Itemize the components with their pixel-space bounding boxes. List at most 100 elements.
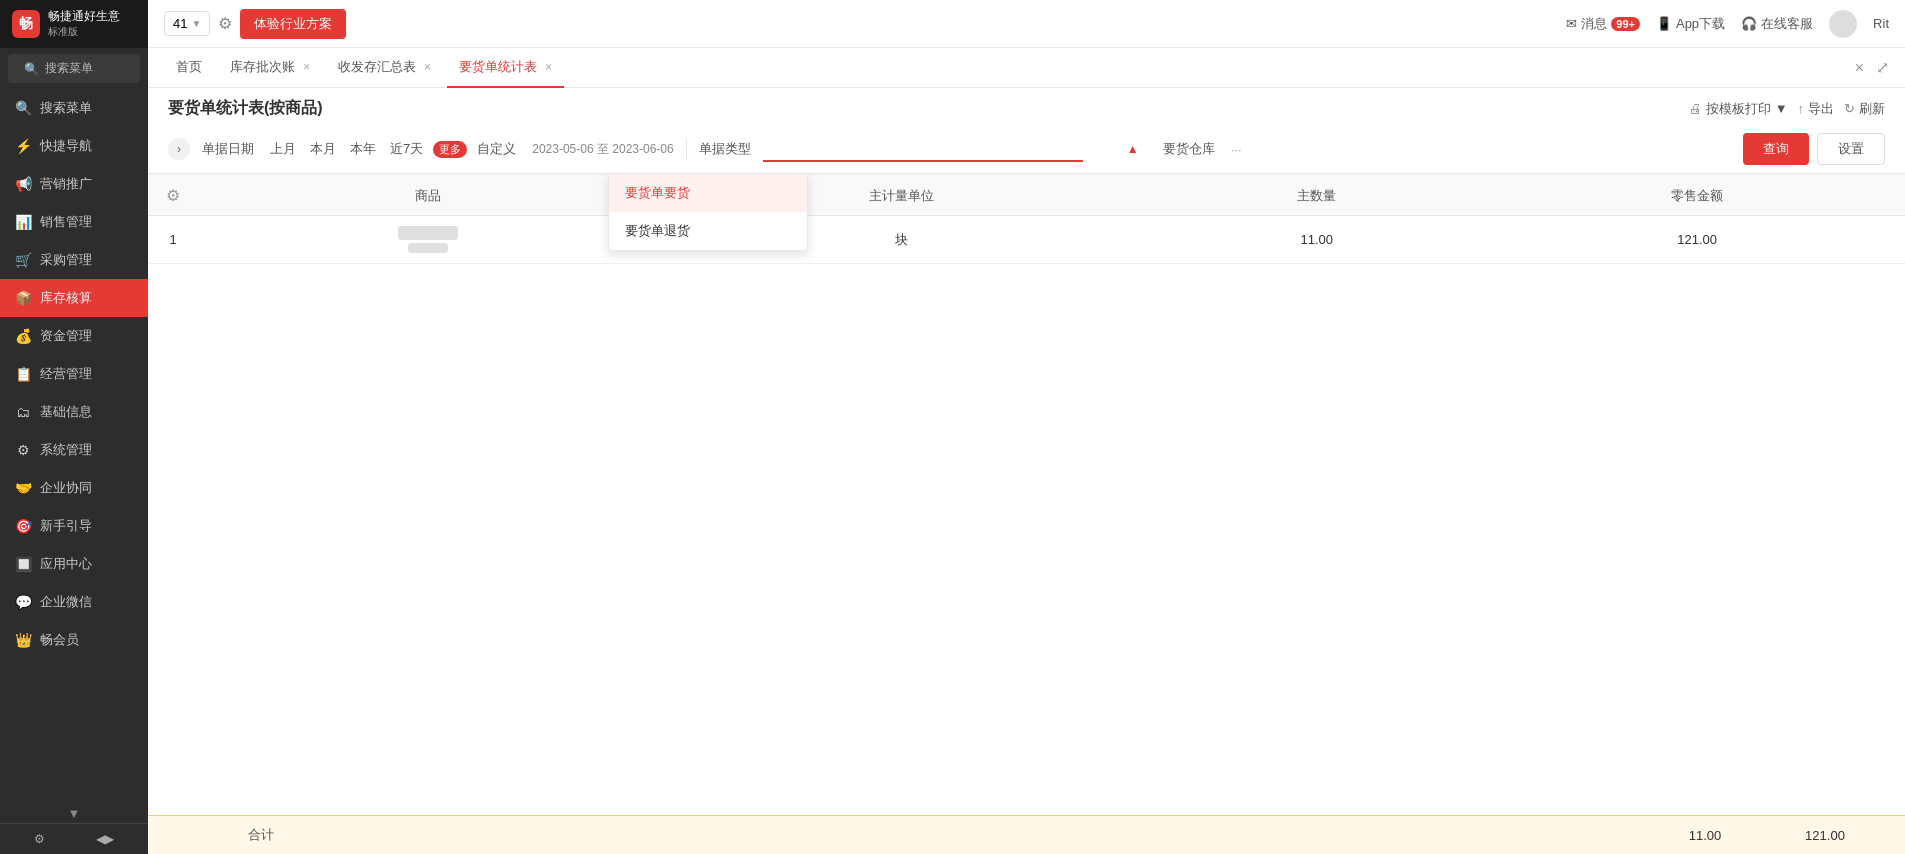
- tab-inventory-batch-close-icon[interactable]: ×: [303, 60, 310, 74]
- nav-label-appstore: 应用中心: [40, 555, 92, 573]
- dropdown-item-order[interactable]: 要货单要货: [609, 174, 807, 212]
- product-name-placeholder: [398, 226, 458, 240]
- sidebar-settings-btn[interactable]: ⚙: [34, 832, 45, 846]
- settings-button[interactable]: 设置: [1817, 133, 1885, 165]
- sidebar-scroll-down[interactable]: ▼: [0, 803, 148, 823]
- sidebar-item-inventory[interactable]: 📦 库存核算: [0, 279, 148, 317]
- sidebar-item-finance[interactable]: 💰资金管理: [0, 317, 148, 355]
- nav-icon-system: ⚙: [14, 441, 32, 459]
- date-btn-this-year[interactable]: 本年: [346, 138, 380, 160]
- top-header: 41 ▼ ⚙ 体验行业方案 ✉ 消息 99+ 📱 App下载 🎧 在线客服 Ri…: [148, 0, 1905, 48]
- tab-expand-icon[interactable]: ⤢: [1876, 58, 1889, 77]
- date-btn-this-month[interactable]: 本月: [306, 138, 340, 160]
- sidebar-collapse-btn[interactable]: ◀▶: [96, 832, 114, 846]
- warehouse-more-icon[interactable]: ···: [1231, 142, 1242, 157]
- nav-icon-purchase: 🛒: [14, 251, 32, 269]
- date-btn-7days[interactable]: 近7天: [386, 138, 427, 160]
- sidebar-item-business[interactable]: 📋经营管理: [0, 355, 148, 393]
- footer-total-label: 合计: [248, 826, 1645, 844]
- trial-button[interactable]: 体验行业方案: [240, 9, 346, 39]
- sidebar-item-system[interactable]: ⚙ 系统管理: [0, 431, 148, 469]
- sidebar-bottom: ⚙ ◀▶: [0, 823, 148, 854]
- search-icon: 🔍: [24, 62, 39, 76]
- nav-icon-basic: 🗂: [14, 403, 32, 421]
- filter-divider: [686, 139, 687, 159]
- sidebar-item-wechat[interactable]: 💬 企业微信: [0, 583, 148, 621]
- date-btn-custom[interactable]: 自定义: [473, 138, 520, 160]
- print-chevron-icon: ▼: [1775, 101, 1788, 116]
- tab-recv-summary-close-icon[interactable]: ×: [424, 60, 431, 74]
- sidebar-item-member[interactable]: 👑畅会员: [0, 621, 148, 659]
- app-download-action[interactable]: 📱 App下载: [1656, 15, 1725, 33]
- nav-label-wechat: 企业微信: [40, 593, 92, 611]
- product-cell: [210, 226, 646, 253]
- sidebar-search[interactable]: 🔍 搜索菜单: [8, 54, 140, 83]
- sidebar-item-basic[interactable]: 🗂 基础信息: [0, 393, 148, 431]
- print-icon: 🖨: [1689, 101, 1702, 116]
- service-label: 在线客服: [1761, 15, 1813, 33]
- nav-label-system: 系统管理: [40, 441, 92, 459]
- tab-bar: 首页 库存批次账 × 收发存汇总表 × 要货单统计表 × × ⤢: [148, 48, 1905, 88]
- message-action[interactable]: ✉ 消息 99+: [1566, 15, 1640, 33]
- customer-service-action[interactable]: 🎧 在线客服: [1741, 15, 1813, 33]
- service-icon: 🎧: [1741, 16, 1757, 31]
- type-filter-arrow-icon: ▲: [1127, 142, 1139, 156]
- tab-home[interactable]: 首页: [164, 48, 214, 88]
- tab-order-stats-label: 要货单统计表: [459, 58, 537, 76]
- print-action[interactable]: 🖨 按模板打印 ▼: [1689, 100, 1788, 118]
- nav-icon-enterprise: 🤝: [14, 479, 32, 497]
- tab-inventory-batch[interactable]: 库存批次账 ×: [218, 48, 322, 88]
- user-avatar[interactable]: [1829, 10, 1857, 38]
- sidebar-item-search[interactable]: 🔍搜索菜单: [0, 89, 148, 127]
- nav-icon-sales: 📊: [14, 213, 32, 231]
- date-btn-last-month[interactable]: 上月: [266, 138, 300, 160]
- nav-icon-marketing: 📢: [14, 175, 32, 193]
- page-title: 要货单统计表(按商品): [168, 98, 323, 119]
- query-button[interactable]: 查询: [1743, 133, 1809, 165]
- sidebar-item-appstore[interactable]: 🔲应用中心: [0, 545, 148, 583]
- sidebar-item-sales[interactable]: 📊销售管理: [0, 203, 148, 241]
- col-header-quantity: 主数量: [1144, 176, 1489, 216]
- tab-close-all-icon[interactable]: ×: [1855, 59, 1864, 77]
- table-footer: 合计 11.00 121.00: [148, 815, 1905, 854]
- cell-quantity: 11.00: [1144, 216, 1489, 264]
- nav-label-inventory: 库存核算: [40, 289, 92, 307]
- footer-amount: 121.00: [1765, 828, 1885, 843]
- refresh-action[interactable]: ↻ 刷新: [1844, 100, 1885, 118]
- sidebar-item-purchase[interactable]: 🛒 采购管理: [0, 241, 148, 279]
- table-row: 1 块 11.00 121.00: [148, 216, 1905, 264]
- nav-label-basic: 基础信息: [40, 403, 92, 421]
- nav-label-enterprise: 企业协同: [40, 479, 92, 497]
- nav-label-finance: 资金管理: [40, 327, 92, 345]
- filter-expand-button[interactable]: ›: [168, 138, 190, 160]
- type-filter-input[interactable]: [763, 137, 1083, 162]
- product-sub-placeholder: [408, 243, 448, 253]
- user-name: Rit: [1873, 16, 1889, 31]
- tab-order-stats-close-icon[interactable]: ×: [545, 60, 552, 74]
- sidebar-item-marketing[interactable]: 📢营销推广: [0, 165, 148, 203]
- sidebar-item-newbie[interactable]: 🎯新手引导: [0, 507, 148, 545]
- table-settings-icon[interactable]: ⚙: [166, 187, 180, 204]
- dropdown-item-return[interactable]: 要货单退货: [609, 212, 807, 250]
- nav-icon-member: 👑: [14, 631, 32, 649]
- tab-recv-summary[interactable]: 收发存汇总表 ×: [326, 48, 443, 88]
- date-more-badge[interactable]: 更多: [433, 141, 467, 158]
- data-table-area: ⚙ 商品 主计量单位 主数量 零售金额 1 块 11.00: [148, 176, 1905, 815]
- export-label: 导出: [1808, 100, 1834, 118]
- nav-icon-wechat: 💬: [14, 593, 32, 611]
- nav-label-search: 搜索菜单: [40, 99, 92, 117]
- app-icon: 📱: [1656, 16, 1672, 31]
- export-icon: ↑: [1798, 101, 1805, 116]
- sidebar-logo: 畅 畅捷通好生意 标准版: [0, 0, 148, 48]
- tab-order-stats[interactable]: 要货单统计表 ×: [447, 48, 564, 88]
- nav-label-purchase: 采购管理: [40, 251, 92, 269]
- sidebar-item-quicknav[interactable]: ⚡快捷导航: [0, 127, 148, 165]
- store-selector[interactable]: 41 ▼: [164, 11, 210, 36]
- sidebar-item-enterprise[interactable]: 🤝 企业协同: [0, 469, 148, 507]
- warehouse-filter-label: 要货仓库: [1163, 140, 1215, 158]
- col-header-index: ⚙: [148, 176, 198, 216]
- header-gear-icon[interactable]: ⚙: [218, 14, 232, 33]
- export-action[interactable]: ↑ 导出: [1798, 100, 1835, 118]
- nav-icon-inventory: 📦: [14, 289, 32, 307]
- footer-quantity: 11.00: [1645, 828, 1765, 843]
